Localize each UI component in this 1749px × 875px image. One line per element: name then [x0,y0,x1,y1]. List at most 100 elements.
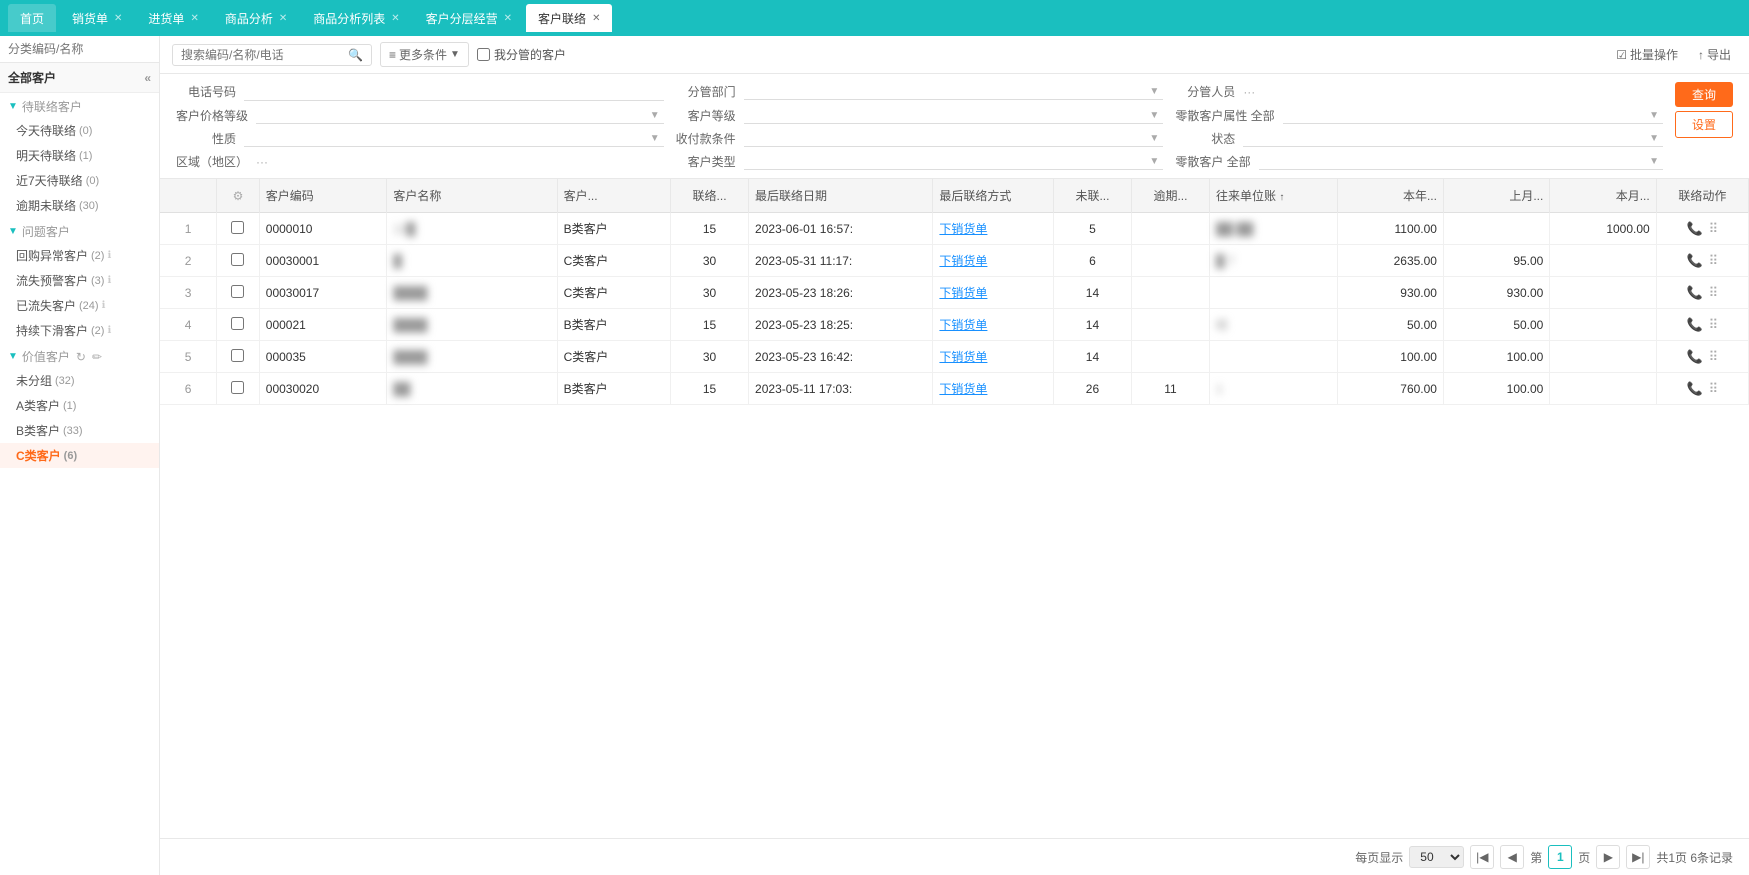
cell-check[interactable] [217,277,260,309]
close-icon[interactable]: ✕ [504,13,512,24]
phone-icon[interactable]: 📞 [1686,349,1702,365]
grid-icon[interactable]: ⠿ [1709,381,1719,397]
sidebar-search-input[interactable] [8,42,160,56]
sidebar-collapse-icon[interactable]: « [144,71,151,85]
sidebar-item[interactable]: B类客户(33) [0,418,159,443]
sidebar-item[interactable]: 已流失客户(24)ℹ [0,293,159,318]
my-customers-checkbox[interactable] [477,48,490,61]
cell-lastway[interactable]: 下销货单 [933,309,1054,341]
batch-op-btn[interactable]: ☑ 批量操作 [1610,43,1684,66]
sidebar-item[interactable]: 逾期未联络(30) [0,193,159,218]
phone-icon[interactable]: 📞 [1686,381,1702,397]
nav-tab[interactable]: 客户分层经营✕ [414,4,524,32]
grid-icon[interactable]: ⠿ [1709,221,1719,237]
filter-nature-select[interactable]: ▼ [244,131,664,147]
nav-tab[interactable]: 进货单✕ [136,4,210,32]
search-icon[interactable]: 🔍 [348,48,363,62]
row-checkbox[interactable] [231,317,244,330]
next-page-btn[interactable]: ▶ [1596,845,1620,869]
my-customers-check[interactable]: 我分管的客户 [477,46,566,63]
row-checkbox[interactable] [231,221,244,234]
set-button[interactable]: 设置 [1675,111,1733,138]
last-page-btn[interactable]: ▶| [1626,845,1650,869]
phone-icon[interactable]: 📞 [1686,221,1702,237]
filter-retail2-select[interactable]: ▼ [1259,154,1663,170]
sidebar-all-customers[interactable]: 全部客户 « [0,63,159,93]
cell-check[interactable] [217,373,260,405]
close-icon[interactable]: ✕ [279,13,287,24]
sidebar-item[interactable]: C类客户(6) [0,443,159,468]
sidebar-item[interactable]: 回购异常客户(2)ℹ [0,243,159,268]
grid-icon[interactable]: ⠿ [1709,349,1719,365]
row-checkbox[interactable] [231,349,244,362]
last-way-link[interactable]: 下销货单 [939,254,987,268]
sidebar-item[interactable]: A类客户(1) [0,393,159,418]
nav-tab[interactable]: 商品分析列表✕ [301,4,411,32]
export-btn[interactable]: ↑ 导出 [1692,43,1737,66]
row-checkbox[interactable] [231,253,244,266]
sidebar-group-title[interactable]: ▼问题客户 [0,218,159,243]
grid-icon[interactable]: ⠿ [1709,285,1719,301]
grid-icon[interactable]: ⠿ [1709,253,1719,269]
nav-tab[interactable]: 销货单✕ [60,4,134,32]
cell-lastway[interactable]: 下销货单 [933,373,1054,405]
search-input[interactable] [181,48,344,62]
close-icon[interactable]: ✕ [391,13,399,24]
last-way-link[interactable]: 下销货单 [939,350,987,364]
sidebar-group-title[interactable]: ▼待联络客户 [0,93,159,118]
nav-tab[interactable]: 客户联络✕ [526,4,612,32]
more-conditions-btn[interactable]: ≡ 更多条件 ▼ [380,42,469,67]
cell-period: 经 [1209,309,1337,341]
phone-icon[interactable]: 📞 [1686,317,1702,333]
filter-clevel-select[interactable]: ▼ [744,108,1164,124]
filter-status-select[interactable]: ▼ [1243,131,1663,147]
close-icon[interactable]: ✕ [190,13,198,24]
refresh-icon[interactable]: ↻ [76,350,86,364]
cell-lastway[interactable]: 下销货单 [933,213,1054,245]
row-checkbox[interactable] [231,285,244,298]
cell-check[interactable] [217,309,260,341]
edit-icon[interactable]: ✏ [92,350,102,364]
grid-icon[interactable]: ⠿ [1709,317,1719,333]
sidebar-group-title[interactable]: ▼价值客户↻✏ [0,343,159,368]
cell-check[interactable] [217,213,260,245]
filter-price-select[interactable]: ▼ [256,108,664,124]
phone-icon[interactable]: 📞 [1686,253,1702,269]
cell-lastway[interactable]: 下销货单 [933,245,1054,277]
filter-manager-dots[interactable]: ··· [1243,85,1255,99]
filter-dept-select[interactable]: ▼ [744,84,1164,100]
last-way-link[interactable]: 下销货单 [939,222,987,236]
last-way-link[interactable]: 下销货单 [939,382,987,396]
close-icon[interactable]: ✕ [592,13,600,24]
per-page-select[interactable]: 50 100 200 [1409,846,1464,868]
query-button[interactable]: 查询 [1675,82,1733,107]
sidebar-item[interactable]: 持续下滑客户(2)ℹ [0,318,159,343]
cell-check[interactable] [217,341,260,373]
sidebar-item[interactable]: 近7天待联络(0) [0,168,159,193]
last-way-link[interactable]: 下销货单 [939,318,987,332]
nav-home[interactable]: 首页 [8,4,56,32]
cell-lastway[interactable]: 下销货单 [933,277,1054,309]
cell-lastway[interactable]: 下销货单 [933,341,1054,373]
phone-icon[interactable]: 📞 [1686,285,1702,301]
sidebar-item[interactable]: 流失预警客户(3)ℹ [0,268,159,293]
sidebar-item[interactable]: 今天待联络(0) [0,118,159,143]
first-page-btn[interactable]: |◀ [1470,845,1494,869]
filter-retail-select[interactable]: ▼ [1283,108,1663,124]
sidebar-item[interactable]: 未分组(32) [0,368,159,393]
row-checkbox[interactable] [231,381,244,394]
last-way-link[interactable]: 下销货单 [939,286,987,300]
chevron-down-icon: ▼ [1149,156,1159,167]
cell-type: C类客户 [557,245,670,277]
cell-action: 📞 ⠿ [1656,373,1748,405]
filter-payment-select[interactable]: ▼ [744,131,1164,147]
nav-tab[interactable]: 商品分析✕ [213,4,299,32]
close-icon[interactable]: ✕ [114,13,122,24]
filter-ctype-select[interactable]: ▼ [744,154,1164,170]
filter-phone-input[interactable] [244,82,664,101]
cell-check[interactable] [217,245,260,277]
table-settings-icon[interactable]: ⚙ [233,189,244,203]
filter-region-dots[interactable]: ··· [256,155,268,169]
sidebar-item[interactable]: 明天待联络(1) [0,143,159,168]
prev-page-btn[interactable]: ◀ [1500,845,1524,869]
